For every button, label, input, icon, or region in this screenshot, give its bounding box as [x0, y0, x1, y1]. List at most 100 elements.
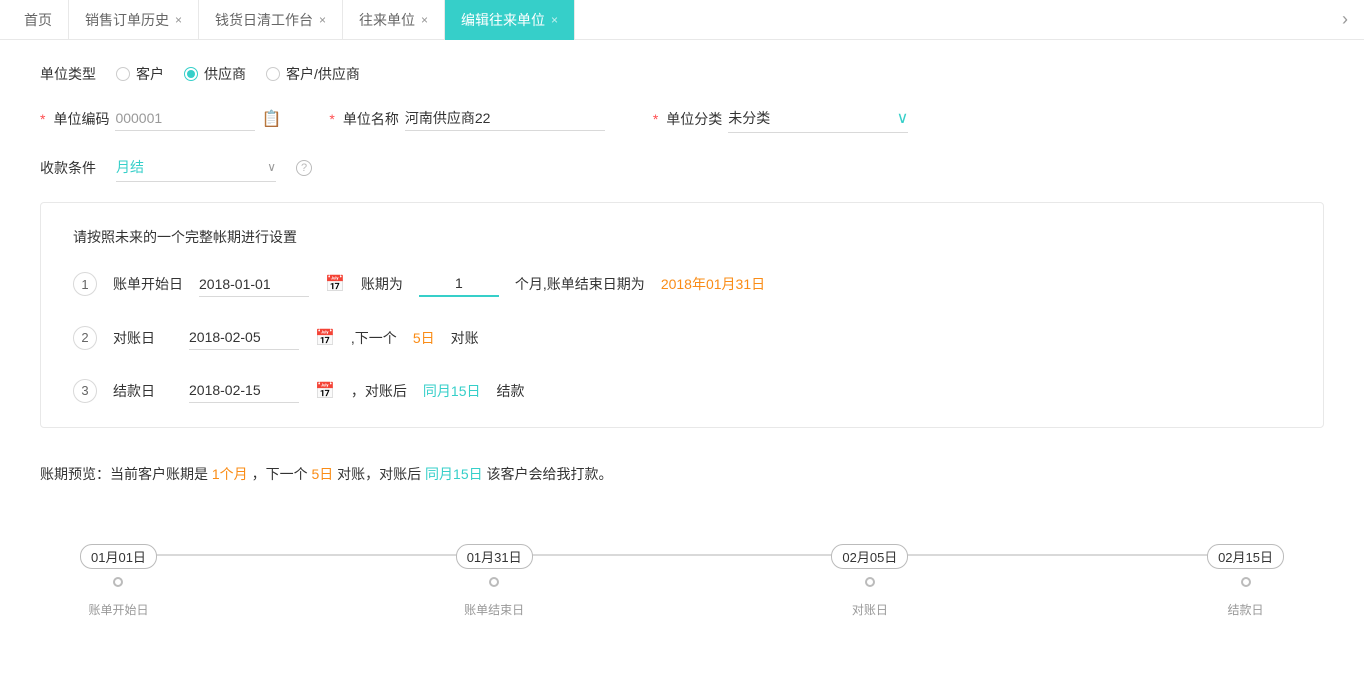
- timeline-badge-2: 02月05日: [831, 544, 908, 569]
- unit-code-input[interactable]: [115, 106, 255, 131]
- unit-category-arrow-icon: ∨: [897, 108, 909, 128]
- radio-both[interactable]: 客户/供应商: [266, 64, 360, 84]
- row-2-desc-prefix: ,下一个: [351, 328, 397, 348]
- row-1-period-label: 账期为: [361, 274, 403, 294]
- tab-edit-partner[interactable]: 编辑往来单位 ×: [445, 0, 575, 40]
- tab-partners[interactable]: 往来单位 ×: [343, 0, 445, 40]
- unit-name-input[interactable]: [405, 106, 605, 131]
- timeline-dot-3: [1241, 577, 1251, 587]
- timeline-node-2: 02月05日 对账日: [831, 544, 908, 618]
- timeline-label-0: 账单开始日: [88, 601, 148, 618]
- row-number-3: 3: [73, 379, 97, 403]
- timeline-label-3: 结款日: [1228, 601, 1264, 618]
- main-content: 单位类型 客户 供应商 客户/供应商 * 单位编码 📋 * 单位名称: [0, 40, 1364, 682]
- radio-customer-label: 客户: [136, 64, 164, 84]
- preview-section: 账期预览：当前客户账期是 1个月 ，下一个 5日 对账，对账后 同月15日 该客…: [40, 448, 1324, 500]
- timeline-badge-1: 01月31日: [456, 544, 533, 569]
- unit-code-required: *: [40, 111, 45, 127]
- tab-sales-history-close[interactable]: ×: [175, 13, 182, 27]
- timeline-node-3: 02月15日 结款日: [1207, 544, 1284, 618]
- unit-category-label: 单位分类: [666, 109, 722, 129]
- preview-part2: ，下一个: [252, 466, 308, 482]
- row-2-calendar-icon[interactable]: 📅: [315, 328, 335, 348]
- timeline-label-1: 账单结束日: [464, 601, 524, 618]
- tabs-bar: 首页 销售订单历史 × 钱货日清工作台 × 往来单位 × 编辑往来单位 × ›: [0, 0, 1364, 40]
- preview-part4: 该客户会给我打款。: [487, 466, 613, 482]
- tab-partners-label: 往来单位: [359, 10, 415, 30]
- payment-label: 收款条件: [40, 158, 96, 178]
- row-1-calendar-icon[interactable]: 📅: [325, 274, 345, 294]
- radio-both-circle: [266, 67, 280, 81]
- row-2-date-input[interactable]: [189, 325, 299, 350]
- preview-part3: 对账，对账后: [337, 466, 421, 482]
- row-3-desc-prefix: ，对账后: [351, 381, 407, 401]
- row-field-label-1: 账单开始日: [113, 274, 183, 294]
- payment-dropdown[interactable]: 月结 ∨: [116, 153, 276, 182]
- preview-part1: 1个月: [212, 466, 248, 482]
- row-field-label-3: 结款日: [113, 381, 173, 401]
- payment-help-icon[interactable]: ?: [296, 160, 312, 176]
- unit-code-label: 单位编码: [53, 109, 109, 129]
- tab-home-label: 首页: [24, 10, 52, 30]
- radio-supplier[interactable]: 供应商: [184, 64, 246, 84]
- timeline-label-2: 对账日: [852, 601, 888, 618]
- timeline-badge-3: 02月15日: [1207, 544, 1284, 569]
- setting-row-2: 2 对账日 📅 ,下一个 5日 对账: [73, 325, 1291, 350]
- tab-daily-clear[interactable]: 钱货日清工作台 ×: [199, 0, 343, 40]
- row-3-date-input[interactable]: [189, 378, 299, 403]
- timeline-dot-2: [865, 577, 875, 587]
- payment-value: 月结: [116, 157, 267, 177]
- preview-label: 账期预览：当前客户账期是: [40, 466, 208, 482]
- row-3-desc-suffix: 结款: [497, 381, 525, 401]
- row-2-highlight: 5日: [413, 328, 435, 348]
- settings-card-title: 请按照未来的一个完整帐期进行设置: [73, 227, 1291, 247]
- row-2-desc-suffix: 对账: [451, 328, 479, 348]
- settings-card: 请按照未来的一个完整帐期进行设置 1 账单开始日 📅 账期为 个月,账单结束日期…: [40, 202, 1324, 428]
- row-3-calendar-icon[interactable]: 📅: [315, 381, 335, 401]
- tab-more-button[interactable]: ›: [1334, 9, 1356, 30]
- radio-both-label: 客户/供应商: [286, 64, 360, 84]
- row-number-2: 2: [73, 326, 97, 350]
- radio-customer[interactable]: 客户: [116, 64, 164, 84]
- unit-code-group: * 单位编码 📋: [40, 106, 281, 131]
- unit-category-group: * 单位分类 未分类 ∨: [653, 104, 908, 133]
- payment-dropdown-arrow-icon: ∨: [267, 160, 276, 174]
- radio-supplier-circle: [184, 67, 198, 81]
- unit-category-select[interactable]: 未分类 ∨: [728, 104, 908, 133]
- unit-type-label: 单位类型: [40, 64, 96, 84]
- preview-part3-highlight: 同月15日: [425, 466, 483, 482]
- setting-row-3: 3 结款日 📅 ，对账后 同月15日 结款: [73, 378, 1291, 403]
- timeline-node-1: 01月31日 账单结束日: [456, 544, 533, 618]
- tab-daily-clear-label: 钱货日清工作台: [215, 10, 313, 30]
- timeline-wrapper: 01月01日 账单开始日 01月31日 账单结束日 02月05日 对账日 02月…: [40, 524, 1324, 658]
- unit-code-scan-icon[interactable]: 📋: [261, 109, 281, 129]
- unit-category-value: 未分类: [728, 108, 896, 128]
- row-1-period-unit: 个月,账单结束日期为: [515, 274, 645, 294]
- row-1-date-input[interactable]: [199, 272, 309, 297]
- timeline-dot-1: [489, 577, 499, 587]
- setting-row-1: 1 账单开始日 📅 账期为 个月,账单结束日期为 2018年01月31日: [73, 271, 1291, 297]
- row-1-end-date: 2018年01月31日: [661, 274, 765, 294]
- radio-customer-circle: [116, 67, 130, 81]
- unit-name-label: 单位名称: [343, 109, 399, 129]
- tab-daily-clear-close[interactable]: ×: [319, 13, 326, 27]
- timeline-badge-0: 01月01日: [80, 544, 157, 569]
- unit-type-row: 单位类型 客户 供应商 客户/供应商: [40, 64, 1324, 84]
- unit-name-required: *: [329, 111, 334, 127]
- tab-edit-partner-close[interactable]: ×: [551, 13, 558, 27]
- tab-home[interactable]: 首页: [8, 0, 69, 40]
- unit-info-row: * 单位编码 📋 * 单位名称 * 单位分类 未分类 ∨: [40, 104, 1324, 133]
- unit-type-radio-group: 客户 供应商 客户/供应商: [116, 64, 360, 84]
- timeline-nodes: 01月01日 账单开始日 01月31日 账单结束日 02月05日 对账日 02月…: [80, 544, 1284, 618]
- tab-partners-close[interactable]: ×: [421, 13, 428, 27]
- row-1-period-input[interactable]: [419, 271, 499, 297]
- tab-sales-history[interactable]: 销售订单历史 ×: [69, 0, 199, 40]
- payment-row: 收款条件 月结 ∨ ?: [40, 153, 1324, 182]
- radio-supplier-label: 供应商: [204, 64, 246, 84]
- preview-part2-highlight: 5日: [311, 466, 333, 482]
- row-field-label-2: 对账日: [113, 328, 173, 348]
- timeline-dot-0: [113, 577, 123, 587]
- tab-sales-history-label: 销售订单历史: [85, 10, 169, 30]
- row-number-1: 1: [73, 272, 97, 296]
- unit-name-group: * 单位名称: [329, 106, 604, 131]
